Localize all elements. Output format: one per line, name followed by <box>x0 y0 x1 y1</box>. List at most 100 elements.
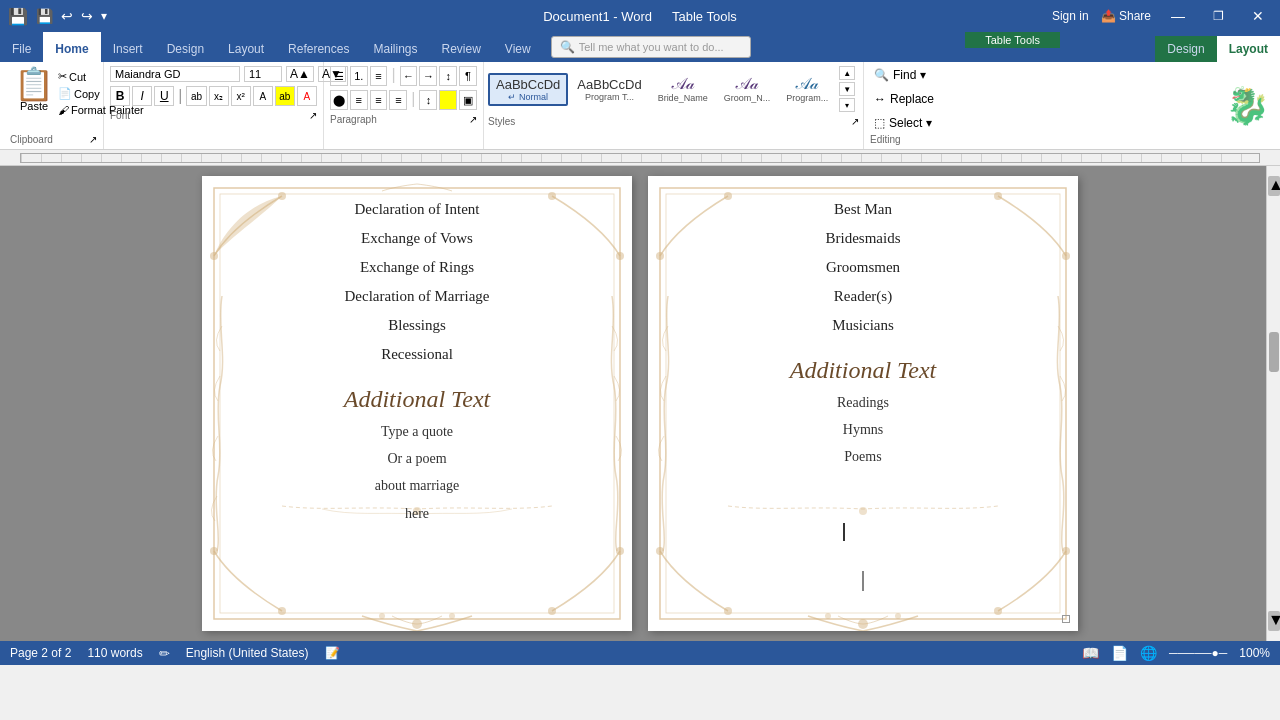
edit-document-icon[interactable]: ✏ <box>159 646 170 661</box>
additional-item-here[interactable]: here <box>405 501 429 526</box>
ceremony-item-blessings[interactable]: Blessings <box>388 312 446 339</box>
tab-design[interactable]: Design <box>155 32 216 62</box>
redo-button[interactable]: ↪ <box>81 8 93 24</box>
resize-handle[interactable] <box>1062 615 1070 623</box>
right-item-readers[interactable]: Reader(s) <box>834 283 892 310</box>
style-bride-name[interactable]: 𝒜𝒶 Bride_Name <box>651 72 715 106</box>
style-normal[interactable]: AaBbCcDd ↵ Normal <box>488 73 568 106</box>
italic-button[interactable]: I <box>132 86 152 106</box>
save-icon[interactable]: 💾 <box>36 8 53 24</box>
align-right-button[interactable]: ≡ <box>370 90 388 110</box>
style-program-t[interactable]: AaBbCcDd Program T... <box>570 74 648 105</box>
numbering-button[interactable]: 1. <box>350 66 368 86</box>
tab-home[interactable]: Home <box>43 32 100 62</box>
right-page-content[interactable]: Best Man Bridesmaids Groomsmen Reader(s)… <box>648 176 1078 480</box>
right-item-bridesmaids[interactable]: Bridesmaids <box>826 225 901 252</box>
shading-button[interactable] <box>439 90 457 110</box>
paragraph-group: ☰ 1. ≡ | ← → ↕ ¶ ⬤ ≡ ≡ ≡ | ↕ ▣ Paragraph… <box>324 62 484 149</box>
share-button[interactable]: 📤 Share <box>1101 9 1151 23</box>
bold-button[interactable]: B <box>110 86 130 106</box>
increase-font-button[interactable]: A▲ <box>286 66 314 82</box>
svg-point-7 <box>210 547 218 555</box>
styles-expand-icon[interactable]: ↗ <box>851 116 859 127</box>
additional-item-about[interactable]: about marriage <box>375 473 459 498</box>
underline-button[interactable]: U <box>154 86 174 106</box>
line-spacing-button[interactable]: ↕ <box>419 90 437 110</box>
clipboard-expand-icon[interactable]: ↗ <box>89 134 97 145</box>
restore-button[interactable]: ❐ <box>1205 9 1232 23</box>
superscript-button[interactable]: x² <box>231 86 251 106</box>
read-mode-icon[interactable]: 📖 <box>1082 645 1099 661</box>
ceremony-item-exchange-vows[interactable]: Exchange of Vows <box>361 225 473 252</box>
ceremony-item-exchange-rings[interactable]: Exchange of Rings <box>360 254 474 281</box>
ruler-markings <box>20 153 1260 163</box>
additional-item-quote[interactable]: Type a quote <box>381 419 453 444</box>
undo-button[interactable]: ↩ <box>61 8 73 24</box>
minimize-button[interactable]: — <box>1163 8 1193 24</box>
paragraph-expand-icon[interactable]: ↗ <box>469 114 477 125</box>
show-hide-button[interactable]: ¶ <box>459 66 477 86</box>
right-item-musicians[interactable]: Musicians <box>832 312 894 339</box>
align-center-button[interactable]: ≡ <box>350 90 368 110</box>
tab-table-design[interactable]: Design <box>1155 36 1216 62</box>
tab-file[interactable]: File <box>0 32 43 62</box>
replace-button[interactable]: ↔ Replace <box>870 90 958 108</box>
font-name-input[interactable] <box>110 66 240 82</box>
right-additional-hymns[interactable]: Hymns <box>843 417 883 442</box>
tab-mailings[interactable]: Mailings <box>361 32 429 62</box>
borders-button[interactable]: ▣ <box>459 90 477 110</box>
sign-in-button[interactable]: Sign in <box>1052 9 1089 23</box>
customize-quick-access[interactable]: ▾ <box>101 9 107 23</box>
web-layout-icon[interactable]: 🌐 <box>1140 645 1157 661</box>
subscript-button[interactable]: x₂ <box>209 86 229 106</box>
svg-point-25 <box>825 613 831 619</box>
select-button[interactable]: ⬚ Select ▾ <box>870 114 958 132</box>
increase-indent-button[interactable]: → <box>419 66 437 86</box>
right-additional-poems[interactable]: Poems <box>844 444 881 469</box>
style-groom-name[interactable]: 𝒜𝒶 Groom_N... <box>717 72 778 106</box>
find-button[interactable]: 🔍 Find ▾ <box>870 66 958 84</box>
tab-view[interactable]: View <box>493 32 543 62</box>
style-program[interactable]: 𝒜𝒶 Program... <box>779 72 835 106</box>
tab-insert[interactable]: Insert <box>101 32 155 62</box>
bullets-button[interactable]: ☰ <box>330 66 348 86</box>
scrollbar-up-button[interactable]: ▲ <box>1268 176 1280 196</box>
multilevel-list-button[interactable]: ≡ <box>370 66 388 86</box>
tell-me-search[interactable]: 🔍 Tell me what you want to do... <box>551 36 751 58</box>
ceremony-item-declaration-intent[interactable]: Declaration of Intent <box>355 196 480 223</box>
text-highlight-button[interactable]: ab <box>275 86 295 106</box>
scrollbar-thumb[interactable] <box>1269 332 1279 372</box>
justify-button[interactable]: ≡ <box>389 90 407 110</box>
vertical-scrollbar[interactable]: ▲ ▼ <box>1266 166 1280 641</box>
font-color-button[interactable]: A <box>297 86 317 106</box>
font-expand-icon[interactable]: ↗ <box>309 110 317 121</box>
close-button[interactable]: ✕ <box>1244 8 1272 24</box>
tab-table-layout[interactable]: Layout <box>1217 36 1280 62</box>
zoom-slider[interactable]: ─────●─ <box>1169 646 1227 660</box>
sort-button[interactable]: ↕ <box>439 66 457 86</box>
decrease-indent-button[interactable]: ← <box>400 66 418 86</box>
font-size-input[interactable] <box>244 66 282 82</box>
right-item-groomsmen[interactable]: Groomsmen <box>826 254 900 281</box>
additional-item-poem[interactable]: Or a poem <box>387 446 446 471</box>
print-layout-icon[interactable]: 📄 <box>1111 645 1128 661</box>
tab-review[interactable]: Review <box>429 32 492 62</box>
styles-scroll: ▲ ▼ ▾ <box>839 66 855 112</box>
text-effects-button[interactable]: A <box>253 86 273 106</box>
styles-expand[interactable]: ▾ <box>839 98 855 112</box>
styles-scroll-up[interactable]: ▲ <box>839 66 855 80</box>
tab-layout[interactable]: Layout <box>216 32 276 62</box>
tab-references[interactable]: References <box>276 32 361 62</box>
right-additional-readings[interactable]: Readings <box>837 390 889 415</box>
ceremony-item-declaration-marriage[interactable]: Declaration of Marriage <box>345 283 490 310</box>
styles-scroll-down[interactable]: ▼ <box>839 82 855 96</box>
strikethrough-button[interactable]: ab <box>186 86 206 106</box>
svg-point-24 <box>858 619 868 629</box>
language-indicator[interactable]: English (United States) <box>186 646 309 660</box>
scrollbar-down-button[interactable]: ▼ <box>1268 611 1280 631</box>
right-item-best-man[interactable]: Best Man <box>834 196 892 223</box>
align-left-button[interactable]: ⬤ <box>330 90 348 110</box>
left-page-content[interactable]: Declaration of Intent Exchange of Vows E… <box>202 176 632 536</box>
paste-button[interactable]: 📋 Paste <box>10 66 58 134</box>
ceremony-item-recessional[interactable]: Recessional <box>381 341 453 368</box>
